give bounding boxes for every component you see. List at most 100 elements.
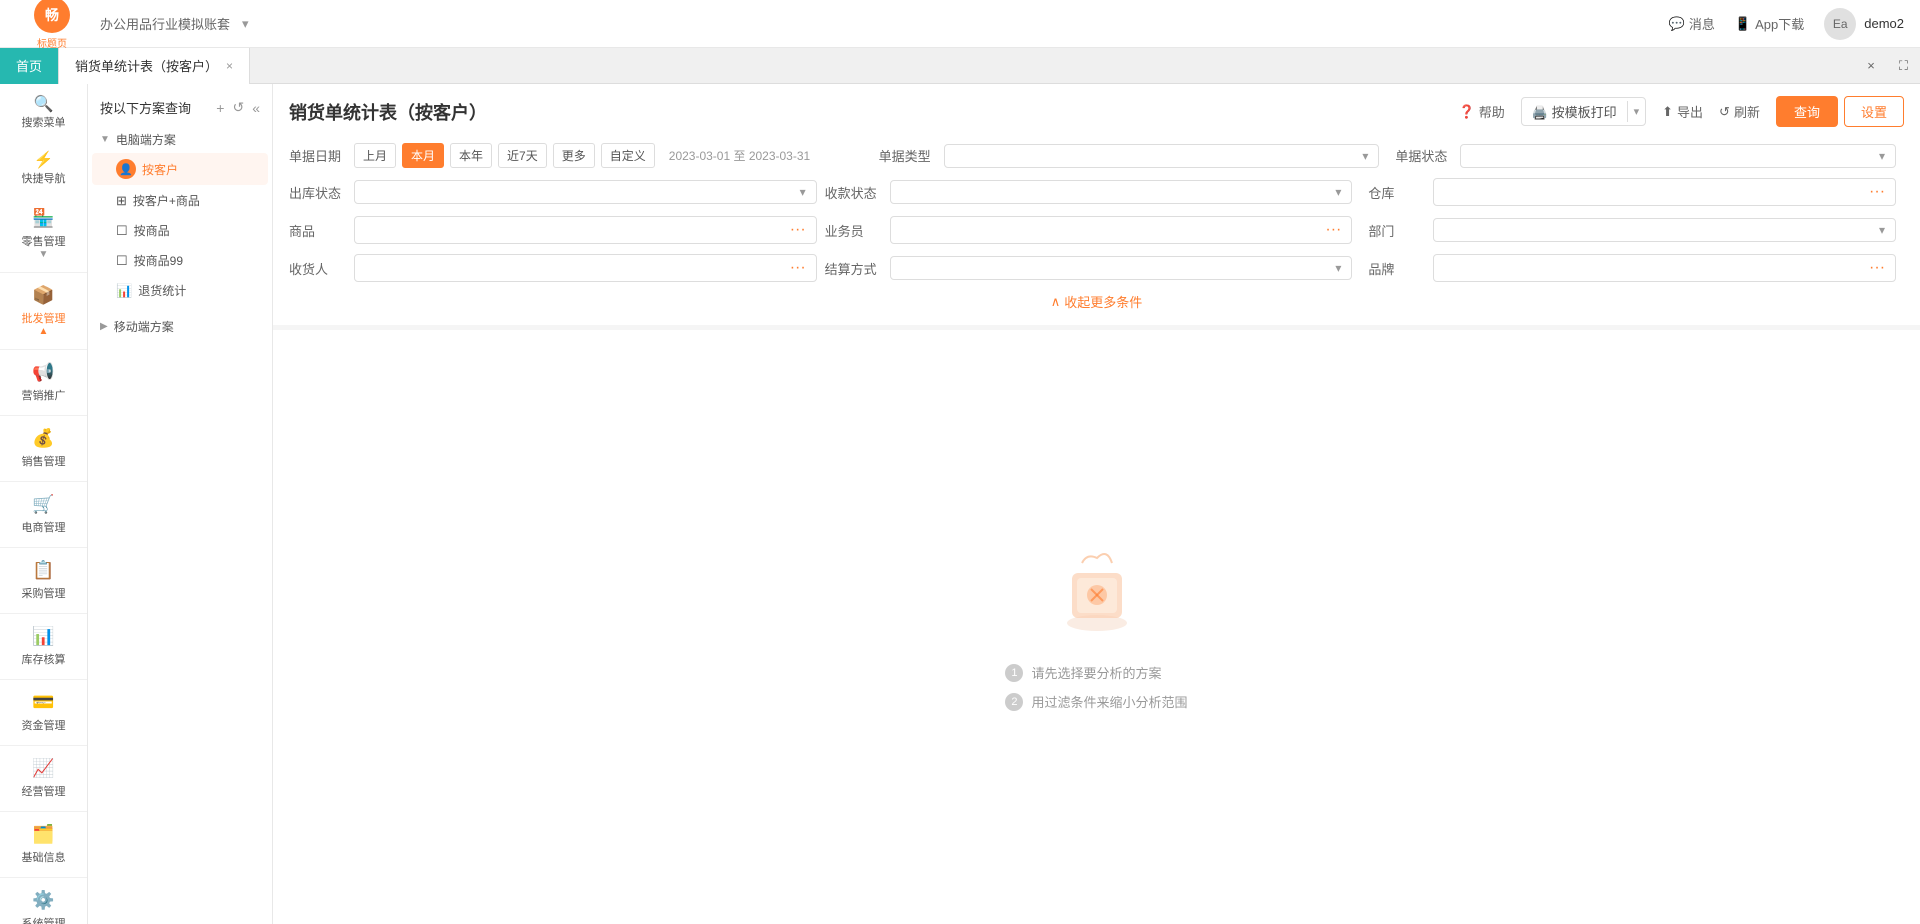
print-dropdown-icon[interactable]: ▾	[1627, 101, 1646, 122]
refresh-button[interactable]: ↺ 刷新	[1719, 102, 1760, 121]
receipt-status-arrow: ▾	[1335, 185, 1341, 199]
sidebar-item-inventory[interactable]: 📊 库存核算	[0, 614, 87, 680]
finance-icon: 💳	[32, 692, 54, 713]
doc-status-arrow: ▾	[1879, 149, 1885, 163]
help-button[interactable]: ❓ 帮助	[1459, 102, 1505, 121]
sidebar: 🔍 搜索菜单 ⚡ 快捷导航 🏪 零售管理 ▼ 📦 批发管理 ▲ 📢 营销推广	[0, 84, 88, 924]
filter-row-1: 单据日期 上月 本月 本年 近7天 更多 自定义 2023-03-01 至 20…	[289, 143, 1904, 168]
sidebar-item-quick-nav[interactable]: ⚡ 快捷导航	[0, 140, 87, 196]
tab-expand-button[interactable]: ×	[1855, 58, 1887, 73]
filter-row-2: 出库状态 ▾ 收款状态 ▾ 仓库	[289, 178, 1904, 206]
desktop-group-header[interactable]: ▼ 电脑端方案	[88, 127, 272, 152]
scheme-by-goods[interactable]: ☐ 按商品	[92, 216, 268, 245]
purchase-icon: 📋	[32, 560, 54, 581]
scheme-by-customer-goods[interactable]: ⊞ 按客户+商品	[92, 186, 268, 215]
print-button[interactable]: 🖨️ 按模板打印 ▾	[1521, 97, 1646, 126]
receipt-status-select[interactable]: ▾	[890, 180, 1353, 204]
user-profile[interactable]: Ea demo2	[1824, 8, 1904, 40]
brand-select[interactable]: ···	[1433, 254, 1896, 282]
empty-state: 1 请先选择要分析的方案 2 用过滤条件来缩小分析范围	[273, 330, 1920, 924]
payment-select[interactable]: ▾	[890, 256, 1353, 280]
retail-expand-icon: ▼	[39, 249, 49, 260]
sidebar-item-basic[interactable]: 🗂️ 基础信息	[0, 812, 87, 878]
sidebar-item-ecommerce[interactable]: 🛒 电商管理	[0, 482, 87, 548]
wholesale-icon: 📦	[32, 285, 54, 306]
message-button[interactable]: 💬 消息	[1669, 14, 1715, 33]
scheme-return-stat[interactable]: 📊 退货统计	[92, 276, 268, 305]
date-label: 单据日期	[289, 146, 354, 165]
payment-filter: 结算方式 ▾	[817, 256, 1361, 280]
sidebar-item-system[interactable]: ⚙️ 系统管理	[0, 878, 87, 924]
settings-button[interactable]: 设置	[1844, 96, 1904, 127]
salesperson-label: 业务员	[825, 221, 890, 240]
scheme-goods-icon: ☐	[116, 223, 128, 239]
sidebar-item-sales[interactable]: 💰 销售管理	[0, 416, 87, 482]
scheme-by-customer-goods-label: 按客户+商品	[133, 192, 200, 209]
desktop-group-label: 电脑端方案	[116, 131, 176, 148]
date-more[interactable]: 更多	[553, 143, 595, 168]
goods-select[interactable]: ···	[354, 216, 817, 244]
warehouse-dots[interactable]: ···	[1869, 183, 1885, 201]
marketing-icon: 📢	[32, 362, 54, 383]
doc-type-select[interactable]: ▾	[944, 144, 1380, 168]
salesperson-dots[interactable]: ···	[1325, 221, 1341, 239]
doc-status-label: 单据状态	[1395, 146, 1460, 165]
sidebar-item-wholesale[interactable]: 📦 批发管理 ▲	[0, 273, 87, 350]
warehouse-select[interactable]: ···	[1433, 178, 1896, 206]
tab-bar: 首页 销货单统计表（按客户） × × ⛶	[0, 48, 1920, 84]
active-scheme-dot: 👤	[116, 159, 136, 179]
operations-icon: 📈	[32, 758, 54, 779]
export-button[interactable]: ⬆ 导出	[1662, 102, 1703, 121]
collapse-panel-button[interactable]: «	[252, 100, 260, 116]
download-icon: 📱	[1735, 16, 1751, 32]
scheme-by-goods-label: 按商品	[134, 222, 170, 239]
date-this-month[interactable]: 本月	[402, 143, 444, 168]
left-panel-header: 按以下方案查询 + ↺ «	[88, 92, 272, 123]
app-download-button[interactable]: 📱 App下载	[1735, 14, 1804, 33]
active-scheme-icon: 👤	[119, 163, 133, 176]
system-icon: ⚙️	[32, 890, 54, 911]
out-status-select[interactable]: ▾	[354, 180, 817, 204]
sidebar-item-marketing[interactable]: 📢 营销推广	[0, 350, 87, 416]
date-last-month[interactable]: 上月	[354, 143, 396, 168]
tab-close-icon[interactable]: ×	[226, 59, 233, 73]
doc-status-select[interactable]: ▾	[1460, 144, 1896, 168]
sidebar-item-retail[interactable]: 🏪 零售管理 ▼	[0, 196, 87, 273]
sidebar-item-search[interactable]: 🔍 搜索菜单	[0, 84, 87, 140]
scheme-return-stat-label: 退货统计	[138, 282, 186, 299]
filter-row-3: 商品 ··· 业务员 ··· 部门	[289, 216, 1904, 244]
date-last-7-days[interactable]: 近7天	[498, 143, 547, 168]
sidebar-item-purchase[interactable]: 📋 采购管理	[0, 548, 87, 614]
goods-dots[interactable]: ···	[790, 221, 806, 239]
refresh-scheme-button[interactable]: ↺	[232, 99, 244, 116]
date-this-year[interactable]: 本年	[450, 143, 492, 168]
tip-1-text: 请先选择要分析的方案	[1031, 663, 1161, 682]
salesperson-select[interactable]: ···	[890, 216, 1353, 244]
tip-2-num: 2	[1005, 693, 1023, 711]
sidebar-item-operations[interactable]: 📈 经营管理	[0, 746, 87, 812]
collapse-filter-button[interactable]: ∧ 收起更多条件	[289, 286, 1904, 317]
out-status-arrow: ▾	[800, 185, 806, 199]
brand-dots[interactable]: ···	[1869, 259, 1885, 277]
left-panel: 按以下方案查询 + ↺ « ▼ 电脑端方案 👤 按客户	[88, 84, 273, 924]
add-scheme-button[interactable]: +	[216, 100, 224, 116]
app-title-dropdown-icon[interactable]: ▾	[242, 16, 249, 32]
query-button[interactable]: 查询	[1776, 96, 1838, 127]
tab-sales-stat[interactable]: 销货单统计表（按客户） ×	[59, 48, 250, 84]
dept-label: 部门	[1368, 221, 1433, 240]
dept-select[interactable]: ▾	[1433, 218, 1896, 242]
consignee-select[interactable]: ···	[354, 254, 817, 282]
consignee-dots[interactable]: ···	[790, 259, 806, 277]
filter-area: 单据日期 上月 本月 本年 近7天 更多 自定义 2023-03-01 至 20…	[273, 135, 1920, 325]
scheme-by-goods-99[interactable]: ☐ 按商品99	[92, 246, 268, 275]
print-label: 🖨️ 按模板打印	[1522, 98, 1627, 125]
ecommerce-icon: 🛒	[32, 494, 54, 515]
date-custom[interactable]: 自定义	[601, 143, 655, 168]
sidebar-item-finance[interactable]: 💳 资金管理	[0, 680, 87, 746]
scheme-by-customer[interactable]: 👤 按客户	[92, 153, 268, 185]
tab-home[interactable]: 首页	[0, 48, 59, 84]
tab-fullscreen-button[interactable]: ⛶	[1887, 58, 1920, 74]
salesperson-filter: 业务员 ···	[817, 216, 1361, 244]
mobile-group-header[interactable]: ▶ 移动端方案	[88, 314, 272, 339]
message-icon: 💬	[1669, 16, 1685, 32]
